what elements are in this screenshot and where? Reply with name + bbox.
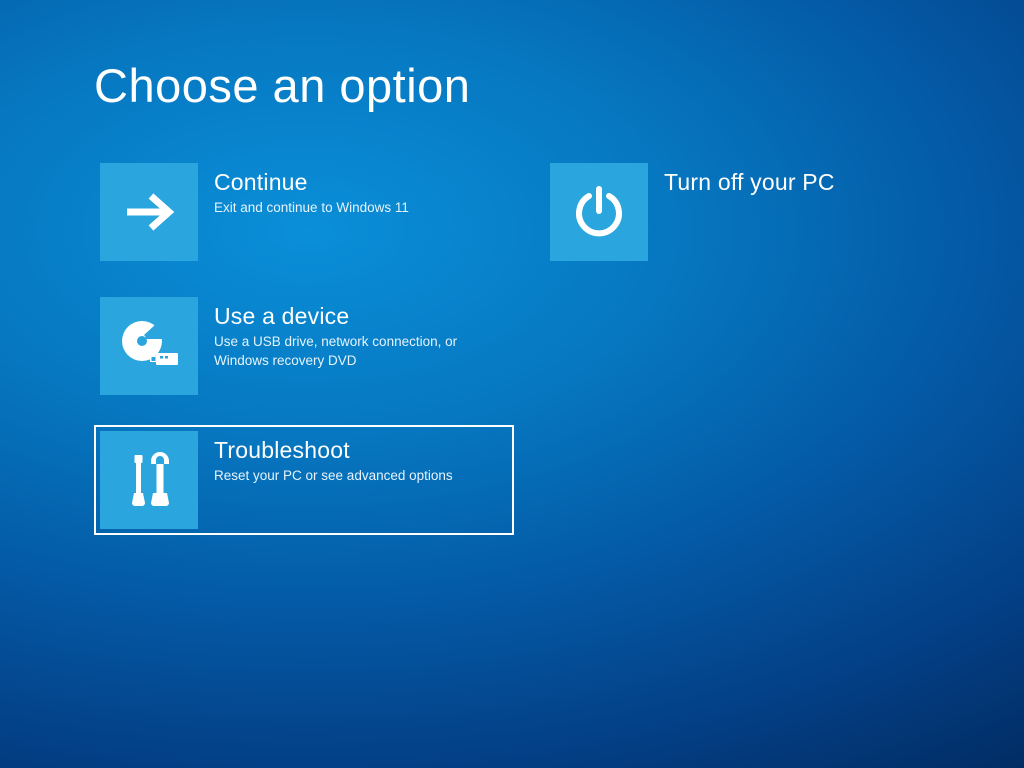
option-continue-title: Continue [214, 169, 508, 195]
option-turn-off-pc[interactable]: Turn off your PC [544, 157, 964, 267]
options-column-left: Continue Exit and continue to Windows 11 [94, 157, 514, 535]
option-continue-text: Continue Exit and continue to Windows 11 [198, 163, 508, 218]
option-continue-desc: Exit and continue to Windows 11 [214, 199, 474, 217]
option-troubleshoot-title: Troubleshoot [214, 437, 508, 463]
option-use-device-desc: Use a USB drive, network connection, or … [214, 333, 474, 369]
option-continue[interactable]: Continue Exit and continue to Windows 11 [94, 157, 514, 267]
options-grid: Continue Exit and continue to Windows 11 [94, 157, 1024, 535]
option-use-device-title: Use a device [214, 303, 508, 329]
winre-choose-option-screen: Choose an option Continue Exit and conti… [0, 0, 1024, 768]
device-disc-usb-icon [100, 297, 198, 395]
arrow-right-icon [100, 163, 198, 261]
option-troubleshoot[interactable]: Troubleshoot Reset your PC or see advanc… [94, 425, 514, 535]
tools-icon [100, 431, 198, 529]
option-troubleshoot-desc: Reset your PC or see advanced options [214, 467, 474, 485]
option-use-device[interactable]: Use a device Use a USB drive, network co… [94, 291, 514, 401]
power-icon [550, 163, 648, 261]
option-turn-off-pc-text: Turn off your PC [648, 163, 958, 199]
option-troubleshoot-text: Troubleshoot Reset your PC or see advanc… [198, 431, 508, 486]
option-use-device-text: Use a device Use a USB drive, network co… [198, 297, 508, 370]
options-column-right: Turn off your PC [544, 157, 964, 535]
page-title: Choose an option [94, 58, 1024, 113]
option-turn-off-pc-title: Turn off your PC [664, 169, 958, 195]
